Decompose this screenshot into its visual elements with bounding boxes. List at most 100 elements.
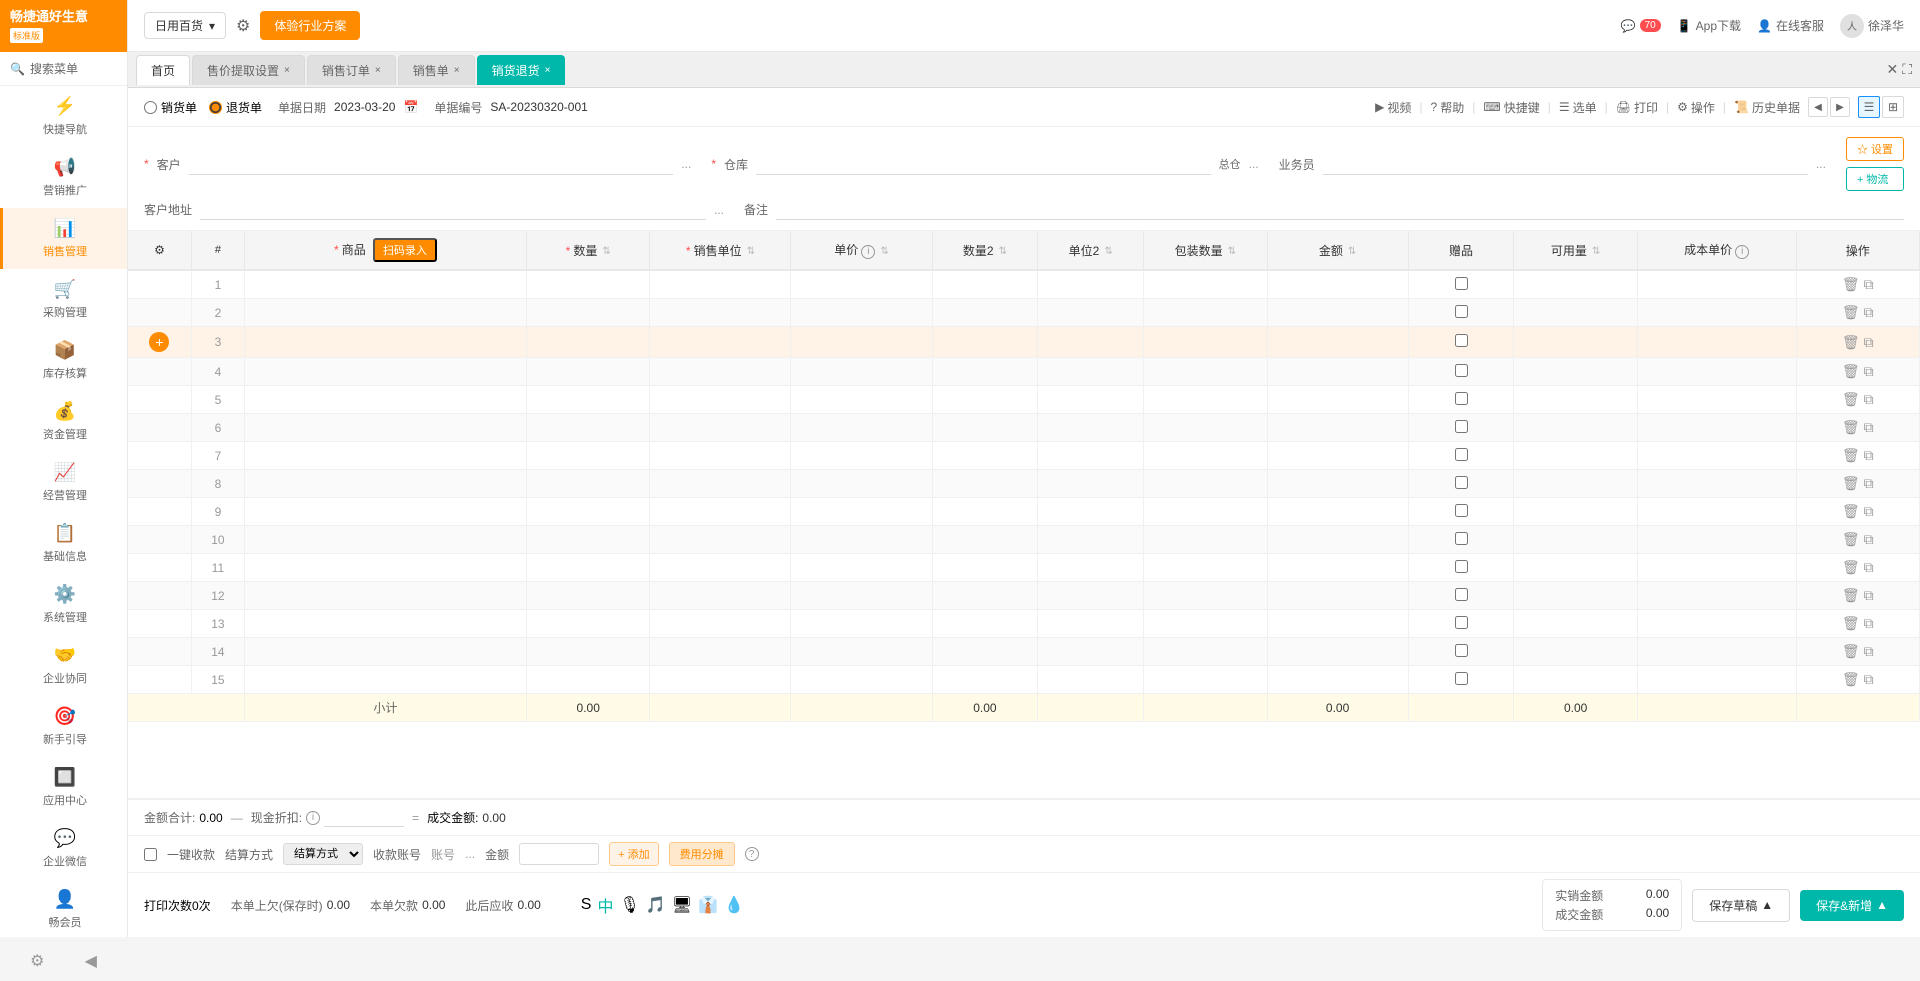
module-select[interactable]: 日用百货 ▾: [144, 12, 226, 39]
row-price-12[interactable]: [791, 582, 932, 610]
row-qty-10[interactable]: [526, 526, 649, 554]
row-qty-9[interactable]: [526, 498, 649, 526]
row-amount-7[interactable]: [1267, 442, 1408, 470]
tab-return[interactable]: 销货退货 ×: [477, 55, 566, 85]
user-profile-btn[interactable]: 人 徐泽华: [1840, 14, 1904, 38]
col-header-gear[interactable]: ⚙: [128, 231, 191, 270]
sidebar-item-purchase[interactable]: 🛒 采购管理: [0, 269, 127, 330]
cost-info-icon[interactable]: i: [1735, 245, 1749, 259]
delete-icon-2[interactable]: 🗑: [1842, 304, 1860, 321]
delete-icon-15[interactable]: 🗑: [1842, 671, 1860, 688]
row-qty2-13[interactable]: [932, 610, 1038, 638]
row-product-6[interactable]: [244, 414, 526, 442]
row-price-10[interactable]: [791, 526, 932, 554]
address-dots[interactable]: ...: [714, 203, 724, 217]
row-pkg-14[interactable]: [1144, 638, 1267, 666]
row-avail-10[interactable]: [1514, 526, 1637, 554]
row-avail-13[interactable]: [1514, 610, 1637, 638]
customer-input[interactable]: [189, 154, 674, 175]
row-amount-11[interactable]: [1267, 554, 1408, 582]
qty-input-7[interactable]: [533, 449, 643, 463]
row-gift-7[interactable]: [1408, 442, 1514, 470]
delete-icon-1[interactable]: 🗑: [1842, 276, 1860, 293]
qty-input-4[interactable]: [533, 365, 643, 379]
row-price-15[interactable]: [791, 666, 932, 694]
radio-delivery[interactable]: 销货单: [144, 99, 197, 116]
sidebar-item-system[interactable]: ⚙️ 系统管理: [0, 574, 127, 635]
radio-return[interactable]: 退货单: [209, 99, 262, 116]
qty-input-1[interactable]: [533, 278, 643, 292]
row-qty-5[interactable]: [526, 386, 649, 414]
row-cost-11[interactable]: [1637, 554, 1796, 582]
row-pkg-7[interactable]: [1144, 442, 1267, 470]
gift-checkbox-6[interactable]: [1455, 420, 1468, 433]
row-amount-8[interactable]: [1267, 470, 1408, 498]
delete-icon-11[interactable]: 🗑: [1842, 559, 1860, 576]
qty-input-5[interactable]: [533, 393, 643, 407]
qty-input-10[interactable]: [533, 533, 643, 547]
row-unit-12[interactable]: [650, 582, 791, 610]
logistics-btn[interactable]: + 物流: [1846, 167, 1904, 191]
row-product-3[interactable]: [244, 327, 526, 358]
row-gift-2[interactable]: [1408, 299, 1514, 327]
row-unit2-14[interactable]: [1038, 638, 1144, 666]
delete-icon-12[interactable]: 🗑: [1842, 587, 1860, 604]
row-avail-12[interactable]: [1514, 582, 1637, 610]
tab-home[interactable]: 首页: [136, 55, 190, 85]
help-btn[interactable]: ? 帮助: [1431, 99, 1465, 116]
row-qty2-12[interactable]: [932, 582, 1038, 610]
row-product-9[interactable]: [244, 498, 526, 526]
copy-icon-2[interactable]: ⧉: [1864, 304, 1874, 321]
tab-price-setting[interactable]: 售价提取设置 ×: [192, 55, 305, 85]
remark-input[interactable]: [776, 199, 1904, 220]
copy-icon-15[interactable]: ⧉: [1864, 671, 1874, 688]
row-unit2-4[interactable]: [1038, 358, 1144, 386]
save-new-btn[interactable]: 保存&新增 ▲: [1800, 890, 1904, 921]
row-unit-15[interactable]: [650, 666, 791, 694]
save-draft-btn[interactable]: 保存草稿 ▲: [1692, 889, 1790, 922]
row-price-4[interactable]: [791, 358, 932, 386]
row-gift-12[interactable]: [1408, 582, 1514, 610]
product-input-1[interactable]: [251, 278, 520, 292]
row-cost-15[interactable]: [1637, 666, 1796, 694]
avail-sort-icon[interactable]: ⇅: [1592, 246, 1600, 257]
gift-checkbox-2[interactable]: [1455, 305, 1468, 318]
row-unit2-5[interactable]: [1038, 386, 1144, 414]
copy-icon-9[interactable]: ⧉: [1864, 503, 1874, 520]
gift-checkbox-5[interactable]: [1455, 392, 1468, 405]
row-unit2-8[interactable]: [1038, 470, 1144, 498]
row-avail-4[interactable]: [1514, 358, 1637, 386]
row-amount-3[interactable]: [1267, 327, 1408, 358]
row-cost-12[interactable]: [1637, 582, 1796, 610]
trial-btn[interactable]: 体验行业方案: [260, 11, 360, 40]
payment-amount-input[interactable]: [519, 843, 599, 865]
row-unit2-1[interactable]: [1038, 270, 1144, 299]
row-unit-10[interactable]: [650, 526, 791, 554]
split-cost-btn[interactable]: 费用分摊: [669, 842, 735, 866]
gift-checkbox-1[interactable]: [1455, 277, 1468, 290]
row-pkg-11[interactable]: [1144, 554, 1267, 582]
sidebar-item-operations[interactable]: 📈 经营管理: [0, 452, 127, 513]
row-amount-5[interactable]: [1267, 386, 1408, 414]
product-input-14[interactable]: [251, 645, 520, 659]
row-unit2-12[interactable]: [1038, 582, 1144, 610]
product-input-10[interactable]: [251, 533, 520, 547]
row-price-9[interactable]: [791, 498, 932, 526]
row-product-5[interactable]: [244, 386, 526, 414]
row-avail-9[interactable]: [1514, 498, 1637, 526]
sidebar-item-wechat[interactable]: 💬 企业微信: [0, 818, 127, 879]
row-cost-6[interactable]: [1637, 414, 1796, 442]
row-amount-1[interactable]: [1267, 270, 1408, 299]
row-unit-4[interactable]: [650, 358, 791, 386]
pkg-sort-icon[interactable]: ⇅: [1228, 246, 1236, 257]
address-input[interactable]: [200, 199, 706, 220]
row-avail-1[interactable]: [1514, 270, 1637, 299]
sidebar-item-finance[interactable]: 💰 资金管理: [0, 391, 127, 452]
tab-sales-order-close-icon[interactable]: ×: [375, 65, 381, 76]
table-view-btn[interactable]: ☰: [1858, 96, 1880, 118]
row-amount-2[interactable]: [1267, 299, 1408, 327]
row-price-6[interactable]: [791, 414, 932, 442]
row-pkg-2[interactable]: [1144, 299, 1267, 327]
video-help-btn[interactable]: ▶ 视频: [1375, 99, 1411, 116]
price-info-icon[interactable]: i: [861, 245, 875, 259]
